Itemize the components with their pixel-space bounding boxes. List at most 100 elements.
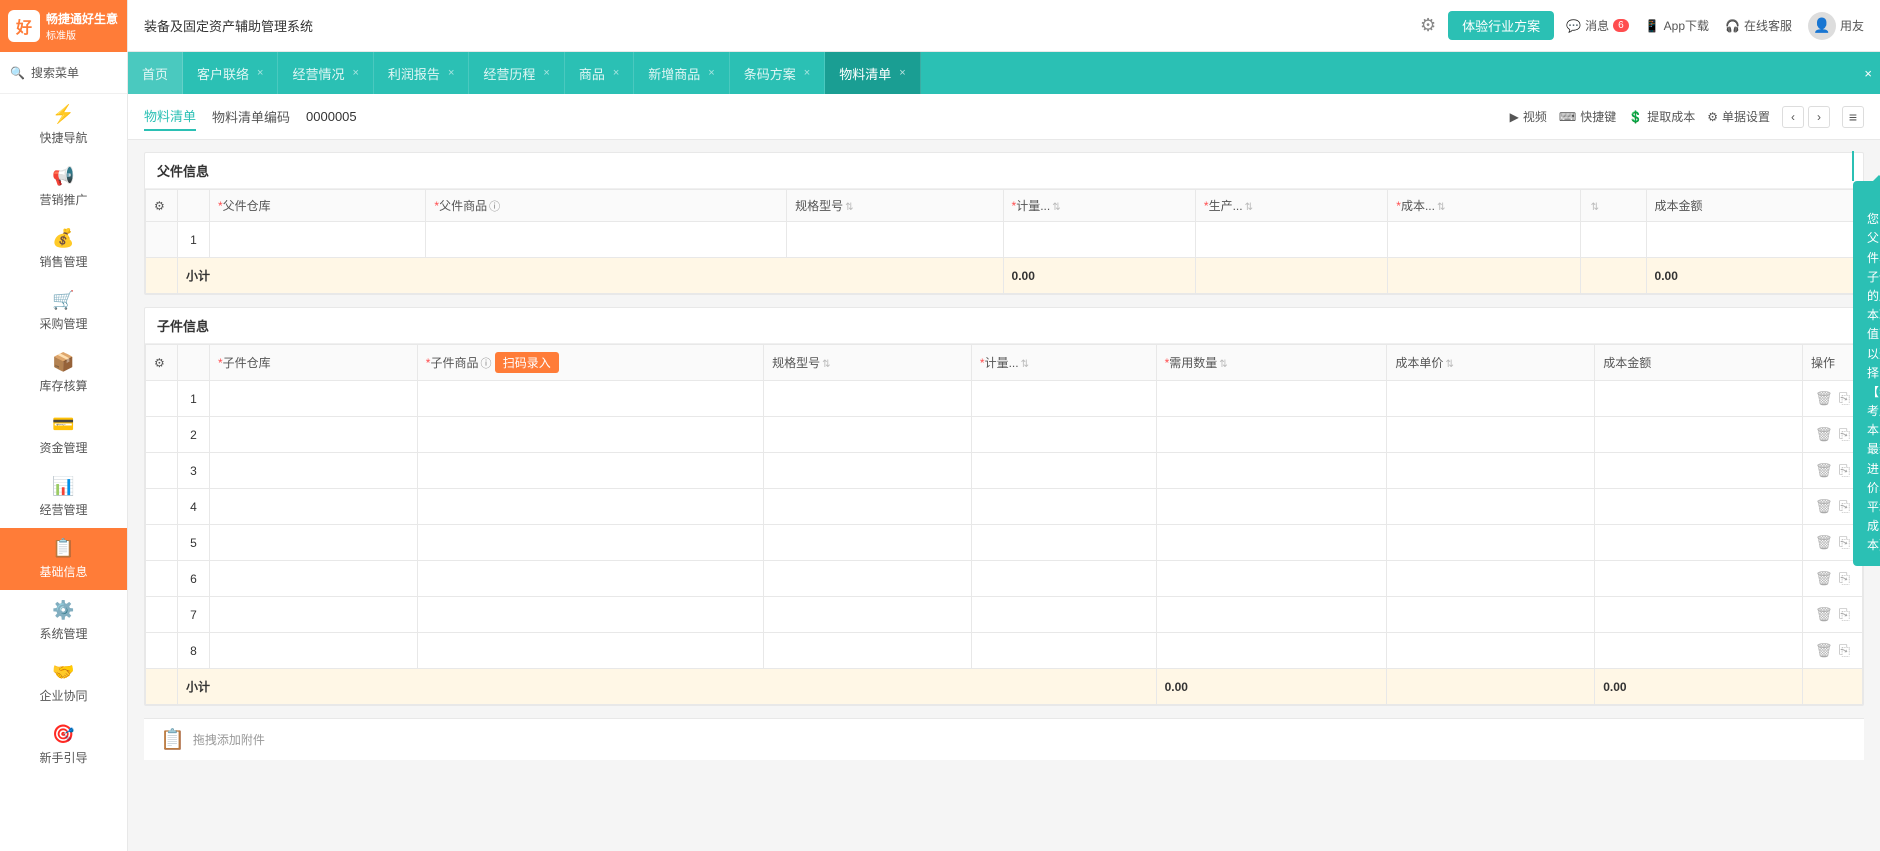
child-unit-5[interactable] <box>971 525 1156 561</box>
child-qty-5[interactable] <box>1156 525 1387 561</box>
delete-icon-2[interactable]: 🗑 <box>1815 426 1833 443</box>
child-product-3[interactable] <box>417 453 763 489</box>
child-qty-4[interactable] <box>1156 489 1387 525</box>
col-settings-icon[interactable]: ⚙ <box>154 199 165 213</box>
tab-ops-history[interactable]: 经营历程 × <box>469 52 564 94</box>
copy-icon-1[interactable]: ⎘ <box>1839 390 1850 407</box>
app-download-button[interactable]: 📱 App下载 <box>1645 17 1709 34</box>
child-product-4[interactable] <box>417 489 763 525</box>
copy-icon-6[interactable]: ⎘ <box>1839 570 1850 587</box>
child-qty-8[interactable] <box>1156 633 1387 669</box>
tab-bom-close[interactable]: × <box>899 67 905 79</box>
parent-product-cell[interactable] <box>426 222 787 258</box>
sub-tab-bom[interactable]: 物料清单 <box>144 102 196 131</box>
child-unit-cost-5[interactable] <box>1387 525 1595 561</box>
child-spec-3[interactable] <box>764 453 972 489</box>
tab-ops-status[interactable]: 经营情况 × <box>278 52 373 94</box>
tab-close-all[interactable]: × <box>1856 52 1880 94</box>
online-service-button[interactable]: 🎧 在线客服 <box>1725 17 1792 34</box>
sidebar-item-marketing[interactable]: 📢 营销推广 <box>0 156 127 218</box>
tab-ops-status-close[interactable]: × <box>352 67 358 79</box>
delete-icon-5[interactable]: 🗑 <box>1815 534 1833 551</box>
sidebar-item-inventory[interactable]: 📦 库存核算 <box>0 342 127 404</box>
delete-icon-1[interactable]: 🗑 <box>1815 390 1833 407</box>
copy-icon-8[interactable]: ⎘ <box>1839 642 1850 659</box>
tab-customer[interactable]: 客户联络 × <box>183 52 278 94</box>
tab-barcode[interactable]: 条码方案 × <box>730 52 825 94</box>
child-unit-1[interactable] <box>971 381 1156 417</box>
child-product-2[interactable] <box>417 417 763 453</box>
sidebar-item-sales[interactable]: 💰 销售管理 <box>0 218 127 280</box>
copy-icon-7[interactable]: ⎘ <box>1839 606 1850 623</box>
child-unit-3[interactable] <box>971 453 1156 489</box>
child-unit-cost-6[interactable] <box>1387 561 1595 597</box>
sub-tab-code[interactable]: 物料清单编码 <box>212 103 290 130</box>
child-qty-2[interactable] <box>1156 417 1387 453</box>
child-spec-8[interactable] <box>764 633 972 669</box>
delete-icon-4[interactable]: 🗑 <box>1815 498 1833 515</box>
child-warehouse-2[interactable] <box>210 417 418 453</box>
child-unit-cost-8[interactable] <box>1387 633 1595 669</box>
child-product-8[interactable] <box>417 633 763 669</box>
delete-icon-7[interactable]: 🗑 <box>1815 606 1833 623</box>
copy-icon-5[interactable]: ⎘ <box>1839 534 1850 551</box>
prev-arrow[interactable]: ‹ <box>1782 106 1804 128</box>
sidebar-item-operations[interactable]: 📊 经营管理 <box>0 466 127 528</box>
child-spec-6[interactable] <box>764 561 972 597</box>
tab-home[interactable]: 首页 <box>128 52 183 94</box>
message-button[interactable]: 💬 消息 6 <box>1566 17 1629 34</box>
user-menu[interactable]: 👤 用友 <box>1808 12 1864 40</box>
child-product-6[interactable] <box>417 561 763 597</box>
sidebar-item-finance[interactable]: 💳 资金管理 <box>0 404 127 466</box>
scan-input-button[interactable]: 扫码录入 <box>495 352 559 373</box>
sidebar-item-guide[interactable]: 🎯 新手引导 <box>0 714 127 776</box>
trial-button[interactable]: 体验行业方案 <box>1448 11 1554 40</box>
child-warehouse-3[interactable] <box>210 453 418 489</box>
sidebar-item-system[interactable]: ⚙️ 系统管理 <box>0 590 127 652</box>
child-product-1[interactable] <box>417 381 763 417</box>
tab-ops-history-close[interactable]: × <box>543 67 549 79</box>
parent-unit-cell[interactable] <box>1003 222 1195 258</box>
child-spec-5[interactable] <box>764 525 972 561</box>
child-qty-1[interactable] <box>1156 381 1387 417</box>
tab-customer-close[interactable]: × <box>257 67 263 79</box>
child-warehouse-7[interactable] <box>210 597 418 633</box>
tab-bom[interactable]: 物料清单 × <box>825 52 920 94</box>
video-action[interactable]: ▶ 视频 <box>1510 108 1547 125</box>
child-warehouse-4[interactable] <box>210 489 418 525</box>
tab-profit-close[interactable]: × <box>448 67 454 79</box>
copy-icon-2[interactable]: ⎘ <box>1839 426 1850 443</box>
child-unit-8[interactable] <box>971 633 1156 669</box>
search-menu-button[interactable]: 🔍 搜索菜单 <box>6 60 121 85</box>
parent-warehouse-cell[interactable] <box>210 222 426 258</box>
child-qty-6[interactable] <box>1156 561 1387 597</box>
child-spec-2[interactable] <box>764 417 972 453</box>
parent-produce-cell[interactable] <box>1195 222 1387 258</box>
sidebar-item-purchase[interactable]: 🛒 采购管理 <box>0 280 127 342</box>
child-unit-cost-2[interactable] <box>1387 417 1595 453</box>
child-unit-4[interactable] <box>971 489 1156 525</box>
child-warehouse-1[interactable] <box>210 381 418 417</box>
delete-icon-8[interactable]: 🗑 <box>1815 642 1833 659</box>
child-unit-7[interactable] <box>971 597 1156 633</box>
child-spec-7[interactable] <box>764 597 972 633</box>
child-warehouse-6[interactable] <box>210 561 418 597</box>
parent-cost-cell[interactable] <box>1388 222 1580 258</box>
next-arrow[interactable]: › <box>1808 106 1830 128</box>
delete-icon-6[interactable]: 🗑 <box>1815 570 1833 587</box>
child-qty-7[interactable] <box>1156 597 1387 633</box>
tab-new-goods-close[interactable]: × <box>708 67 714 79</box>
single-settings-action[interactable]: ⚙ 单据设置 <box>1707 108 1770 125</box>
child-unit-cost-1[interactable] <box>1387 381 1595 417</box>
sidebar-item-enterprise[interactable]: 🤝 企业协同 <box>0 652 127 714</box>
extract-cost-action[interactable]: 💲 提取成本 <box>1628 108 1695 125</box>
copy-icon-3[interactable]: ⎘ <box>1839 462 1850 479</box>
shortcut-action[interactable]: ⌨ 快捷键 <box>1559 108 1616 125</box>
child-unit-cost-3[interactable] <box>1387 453 1595 489</box>
tab-goods-close[interactable]: × <box>613 67 619 79</box>
child-col-settings-icon[interactable]: ⚙ <box>154 356 165 370</box>
child-spec-1[interactable] <box>764 381 972 417</box>
tab-new-goods[interactable]: 新增商品 × <box>634 52 729 94</box>
parent-spec-cell[interactable] <box>787 222 1003 258</box>
child-unit-cost-7[interactable] <box>1387 597 1595 633</box>
